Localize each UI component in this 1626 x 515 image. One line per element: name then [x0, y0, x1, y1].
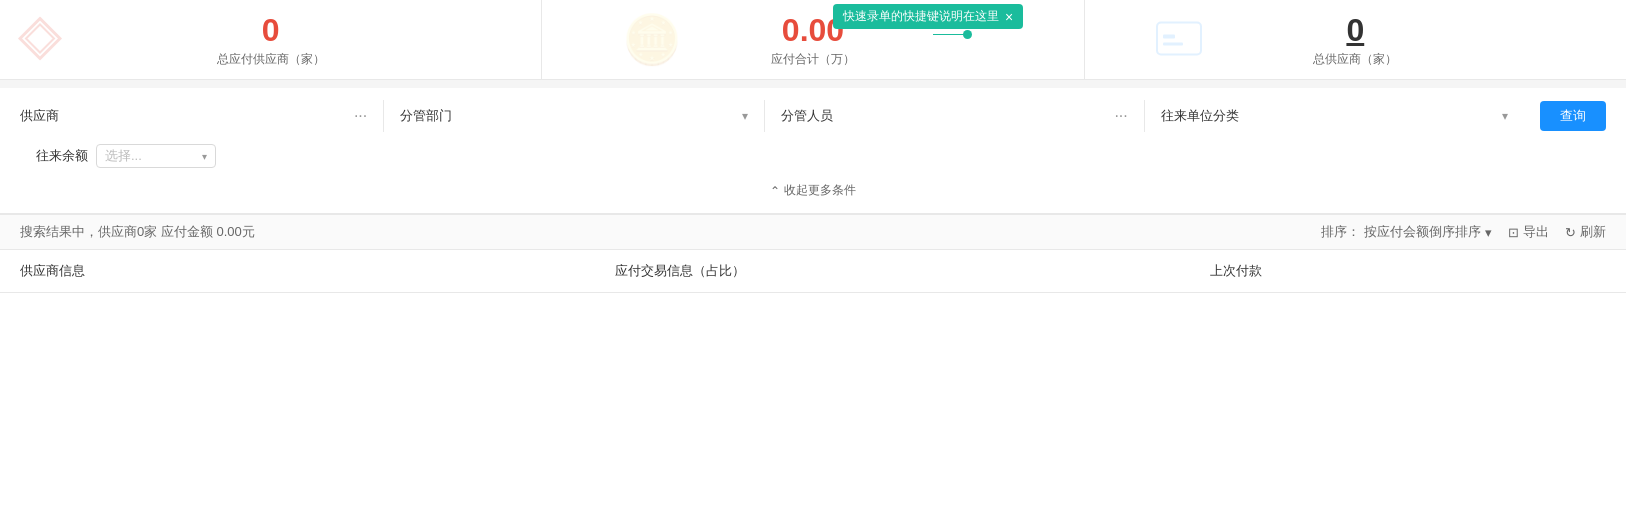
diamond-logo-icon	[18, 16, 62, 63]
shortcut-tooltip: 快速录单的快捷键说明在这里 ×	[833, 4, 1023, 29]
balance-placeholder: 选择...	[105, 147, 142, 165]
card-icon	[1155, 20, 1203, 59]
filter-person: 分管人员 ···	[765, 100, 1145, 132]
filter-dept: 分管部门 ▾	[384, 100, 764, 132]
filter-unit-class: 往来单位分类 ▾	[1145, 100, 1524, 132]
col-header-lastpay: 上次付款	[1210, 262, 1607, 280]
table-header: 供应商信息 应付交易信息（占比） 上次付款	[0, 250, 1626, 293]
payable-suppliers-label: 总应付供应商（家）	[217, 51, 325, 68]
tooltip-connector	[933, 30, 972, 39]
unit-class-input[interactable]	[1247, 109, 1508, 124]
refresh-label: 刷新	[1580, 223, 1606, 241]
export-label: 导出	[1523, 223, 1549, 241]
balance-label: 往来余额	[36, 147, 88, 165]
unit-class-arrow-icon[interactable]: ▾	[1502, 109, 1508, 123]
top-stats-bar: 0 总应付供应商（家） 🪙 0.00 应付合计（万） 快速录单的快捷键说明在这里…	[0, 0, 1626, 80]
tooltip-close-btn[interactable]: ×	[1005, 9, 1013, 25]
query-button[interactable]: 查询	[1540, 101, 1606, 131]
results-actions: 排序： 按应付会额倒序排序 ▾ ⊡ 导出 ↻ 刷新	[1321, 223, 1606, 241]
supplier-input[interactable]	[67, 109, 367, 124]
collapse-btn[interactable]: ⌃ 收起更多条件	[20, 176, 1606, 205]
filter-balance: 往来余额 选择... ▾	[20, 140, 232, 172]
svg-rect-3	[1163, 34, 1175, 38]
dept-input[interactable]	[460, 109, 747, 124]
payable-suppliers-value: 0	[262, 11, 280, 49]
collapse-text: 收起更多条件	[784, 182, 856, 199]
export-button[interactable]: ⊡ 导出	[1508, 223, 1549, 241]
coin-icon: 🪙	[622, 12, 682, 68]
payable-total-label: 应付合计（万）	[771, 51, 855, 68]
filter-row-1: 供应商 ··· 分管部门 ▾ 分管人员 ··· 往来单位分类 ▾ 查询	[20, 100, 1606, 132]
dept-arrow-icon[interactable]: ▾	[742, 109, 748, 123]
svg-rect-4	[1163, 42, 1183, 45]
svg-rect-2	[1157, 22, 1201, 54]
person-dots-btn[interactable]: ···	[1114, 107, 1127, 125]
sort-label: 排序：	[1321, 223, 1360, 241]
supplier-label: 供应商	[20, 107, 59, 125]
col-header-supplier: 供应商信息	[20, 262, 615, 280]
supplier-dots-btn[interactable]: ···	[354, 107, 367, 125]
total-suppliers-label: 总供应商（家）	[1313, 51, 1397, 68]
collapse-icon: ⌃	[770, 184, 780, 198]
filter-area: 供应商 ··· 分管部门 ▾ 分管人员 ··· 往来单位分类 ▾ 查询 往来余额	[0, 88, 1626, 214]
sort-value: 按应付会额倒序排序	[1364, 223, 1481, 241]
refresh-icon: ↻	[1565, 225, 1576, 240]
stat-total-suppliers: 0 总供应商（家）	[1085, 0, 1626, 79]
unit-class-label: 往来单位分类	[1161, 107, 1239, 125]
sort-arrow-icon: ▾	[1485, 225, 1492, 240]
person-input[interactable]	[841, 109, 1128, 124]
stat-payable-suppliers: 0 总应付供应商（家）	[0, 0, 542, 79]
balance-select[interactable]: 选择... ▾	[96, 144, 216, 168]
results-bar: 搜索结果中，供应商0家 应付金额 0.00元 排序： 按应付会额倒序排序 ▾ ⊡…	[0, 214, 1626, 250]
col-header-transaction: 应付交易信息（占比）	[615, 262, 1210, 280]
export-icon: ⊡	[1508, 225, 1519, 240]
tooltip-text: 快速录单的快捷键说明在这里	[843, 8, 999, 25]
filter-row-2: 往来余额 选择... ▾	[20, 140, 1606, 172]
person-label: 分管人员	[781, 107, 833, 125]
total-suppliers-value: 0	[1346, 11, 1364, 49]
sort-dropdown[interactable]: 排序： 按应付会额倒序排序 ▾	[1321, 223, 1492, 241]
dept-label: 分管部门	[400, 107, 452, 125]
stat-payable-total: 🪙 0.00 应付合计（万） 快速录单的快捷键说明在这里 ×	[542, 0, 1084, 79]
filter-supplier: 供应商 ···	[20, 100, 384, 132]
balance-arrow-icon: ▾	[202, 151, 207, 162]
refresh-button[interactable]: ↻ 刷新	[1565, 223, 1606, 241]
table-body	[0, 293, 1626, 515]
results-info-text: 搜索结果中，供应商0家 应付金额 0.00元	[20, 223, 255, 241]
